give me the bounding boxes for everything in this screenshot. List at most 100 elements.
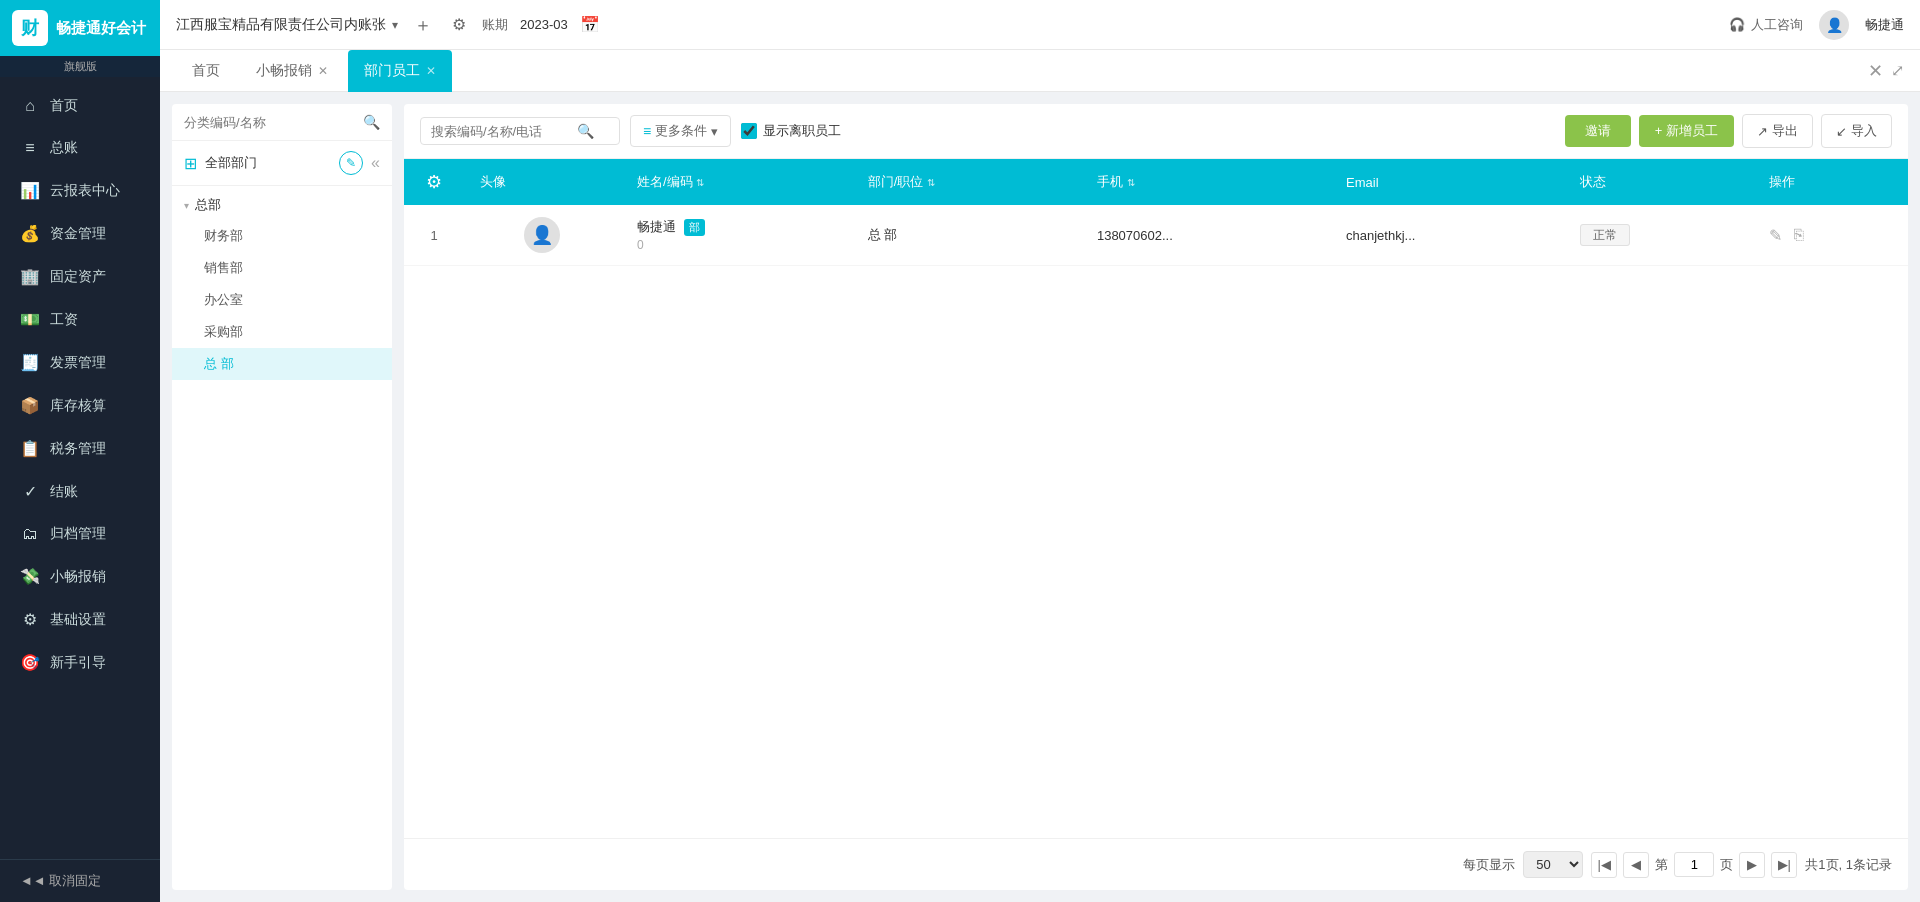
sidebar-item-funds[interactable]: 💰 资金管理 <box>0 212 160 255</box>
col-phone[interactable]: 手机 ⇅ <box>1081 159 1330 205</box>
dept-item-finance[interactable]: 财务部 <box>172 220 392 252</box>
add-employee-button[interactable]: + 新增员工 <box>1639 115 1734 147</box>
export-label: 导出 <box>1772 122 1798 140</box>
filter-icon: ≡ <box>643 123 651 139</box>
sidebar-item-salary[interactable]: 💵 工资 <box>0 298 160 341</box>
support-button[interactable]: 🎧 人工咨询 <box>1729 16 1803 34</box>
logo-icon: 财 <box>12 10 48 46</box>
app-logo[interactable]: 财 畅捷通好会计 <box>0 0 160 56</box>
filter-button[interactable]: ≡ 更多条件 ▾ <box>630 115 731 147</box>
sidebar-item-home[interactable]: ⌂ 首页 <box>0 85 160 127</box>
sidebar-item-inventory[interactable]: 📦 库存核算 <box>0 384 160 427</box>
right-panel: 🔍 ≡ 更多条件 ▾ 显示离职员工 邀请 + 新增员工 <box>404 104 1908 890</box>
dept-tree: ▾ 总部 财务部 销售部 办公室 采购部 总 部 <box>172 186 392 890</box>
dept-search-input[interactable] <box>184 115 355 130</box>
employee-search-input[interactable] <box>431 124 571 139</box>
show-resigned-checkbox[interactable] <box>741 123 757 139</box>
export-button[interactable]: ↗ 导出 <box>1742 114 1813 148</box>
invite-button[interactable]: 邀请 <box>1565 115 1631 147</box>
dept-group-headquarters[interactable]: ▾ 总部 <box>172 190 392 220</box>
username[interactable]: 畅捷通 <box>1865 16 1904 34</box>
dept-collapse-icon[interactable]: « <box>371 154 380 172</box>
tab-dept-employee-close-icon[interactable]: ✕ <box>426 64 436 78</box>
app-name: 畅捷通好会计 <box>56 19 146 37</box>
tab-home-label: 首页 <box>192 62 220 80</box>
company-selector[interactable]: 江西服宝精品有限责任公司内账张 ▾ <box>176 16 398 34</box>
per-page-select[interactable]: 50 100 <box>1523 851 1583 878</box>
dept-group-label: 总部 <box>195 196 221 214</box>
company-settings-icon[interactable]: ⚙ <box>448 11 470 38</box>
dept-item-general[interactable]: 总 部 <box>172 348 392 380</box>
phone-sort-icon: ⇅ <box>1127 177 1135 188</box>
dept-all-label[interactable]: 全部部门 <box>205 154 331 172</box>
settings-icon: ⚙ <box>20 610 40 629</box>
sidebar-item-label: 库存核算 <box>50 397 106 415</box>
employee-table: ⚙ 头像 姓名/编码 ⇅ 部门/职位 ⇅ <box>404 159 1908 838</box>
employee-toolbar: 🔍 ≡ 更多条件 ▾ 显示离职员工 邀请 + 新增员工 <box>404 104 1908 159</box>
company-name: 江西服宝精品有限责任公司内账张 <box>176 16 386 34</box>
tab-home[interactable]: 首页 <box>176 50 236 92</box>
dept-item-sales[interactable]: 销售部 <box>172 252 392 284</box>
close-window-icon[interactable]: ✕ <box>1868 60 1883 82</box>
unpin-button[interactable]: ◄◄ 取消固定 <box>0 859 160 902</box>
calendar-icon[interactable]: 📅 <box>580 15 600 34</box>
sidebar-item-label: 归档管理 <box>50 525 106 543</box>
sidebar-item-label: 发票管理 <box>50 354 106 372</box>
expand-icon[interactable]: ⤢ <box>1891 61 1904 80</box>
prev-page-button[interactable]: ◀ <box>1623 852 1649 878</box>
dept-edit-button[interactable]: ✎ <box>339 151 363 175</box>
row-avatar-cell: 👤 <box>464 205 621 266</box>
period-label: 账期 <box>482 16 508 34</box>
period-value: 2023-03 <box>520 17 568 32</box>
dept-item-purchasing[interactable]: 采购部 <box>172 316 392 348</box>
sidebar-item-assets[interactable]: 🏢 固定资产 <box>0 255 160 298</box>
status-badge: 正常 <box>1580 224 1630 246</box>
invoice-icon: 🧾 <box>20 353 40 372</box>
first-page-button[interactable]: |◀ <box>1591 852 1617 878</box>
sidebar-item-tax[interactable]: 📋 税务管理 <box>0 427 160 470</box>
column-settings-button[interactable]: ⚙ <box>426 171 442 193</box>
employee-search-icon[interactable]: 🔍 <box>577 123 594 139</box>
employee-code: 0 <box>637 238 836 252</box>
sidebar-item-label: 云报表中心 <box>50 182 120 200</box>
filter-chevron-icon: ▾ <box>711 124 718 139</box>
sidebar-item-label: 资金管理 <box>50 225 106 243</box>
sidebar-item-expense[interactable]: 💸 小畅报销 <box>0 555 160 598</box>
import-button[interactable]: ↙ 导入 <box>1821 114 1892 148</box>
col-dept[interactable]: 部门/职位 ⇅ <box>852 159 1081 205</box>
funds-icon: 💰 <box>20 224 40 243</box>
sidebar-item-closing[interactable]: ✓ 结账 <box>0 470 160 513</box>
page-number-input[interactable] <box>1674 852 1714 877</box>
sidebar-item-settings[interactable]: ⚙ 基础设置 <box>0 598 160 641</box>
import-label: 导入 <box>1851 122 1877 140</box>
employee-avatar: 👤 <box>524 217 560 253</box>
edit-employee-icon[interactable]: ✎ <box>1769 226 1782 245</box>
sidebar-item-archive[interactable]: 🗂 归档管理 <box>0 513 160 555</box>
table-row: 1 👤 畅捷通 部 0 <box>404 205 1908 266</box>
tab-dept-employee[interactable]: 部门员工 ✕ <box>348 50 452 92</box>
salary-icon: 💵 <box>20 310 40 329</box>
sidebar-item-guide[interactable]: 🎯 新手引导 <box>0 641 160 684</box>
import-icon: ↙ <box>1836 124 1847 139</box>
next-page-button[interactable]: ▶ <box>1739 852 1765 878</box>
sidebar-item-invoice[interactable]: 🧾 发票管理 <box>0 341 160 384</box>
tax-icon: 📋 <box>20 439 40 458</box>
tab-expense[interactable]: 小畅报销 ✕ <box>240 50 344 92</box>
col-name[interactable]: 姓名/编码 ⇅ <box>621 159 852 205</box>
dept-item-office[interactable]: 办公室 <box>172 284 392 316</box>
tab-expense-close-icon[interactable]: ✕ <box>318 64 328 78</box>
sidebar-item-reports[interactable]: 📊 云报表中心 <box>0 169 160 212</box>
topbar: 江西服宝精品有限责任公司内账张 ▾ ＋ ⚙ 账期 2023-03 📅 🎧 人工咨… <box>160 0 1920 50</box>
sidebar-item-ledger[interactable]: ≡ 总账 <box>0 127 160 169</box>
delete-employee-icon[interactable]: ⎘ <box>1794 226 1804 244</box>
show-resigned-label[interactable]: 显示离职员工 <box>741 122 841 140</box>
sidebar-item-label: 固定资产 <box>50 268 106 286</box>
last-page-button[interactable]: ▶| <box>1771 852 1797 878</box>
dept-all-header: ⊞ 全部部门 ✎ « <box>172 141 392 186</box>
reports-icon: 📊 <box>20 181 40 200</box>
sidebar-item-label: 结账 <box>50 483 78 501</box>
sidebar: 财 畅捷通好会计 旗舰版 ⌂ 首页 ≡ 总账 📊 云报表中心 💰 资金管理 🏢 … <box>0 0 160 902</box>
col-avatar: 头像 <box>464 159 621 205</box>
add-company-button[interactable]: ＋ <box>410 9 436 41</box>
dept-search-icon[interactable]: 🔍 <box>363 114 380 130</box>
